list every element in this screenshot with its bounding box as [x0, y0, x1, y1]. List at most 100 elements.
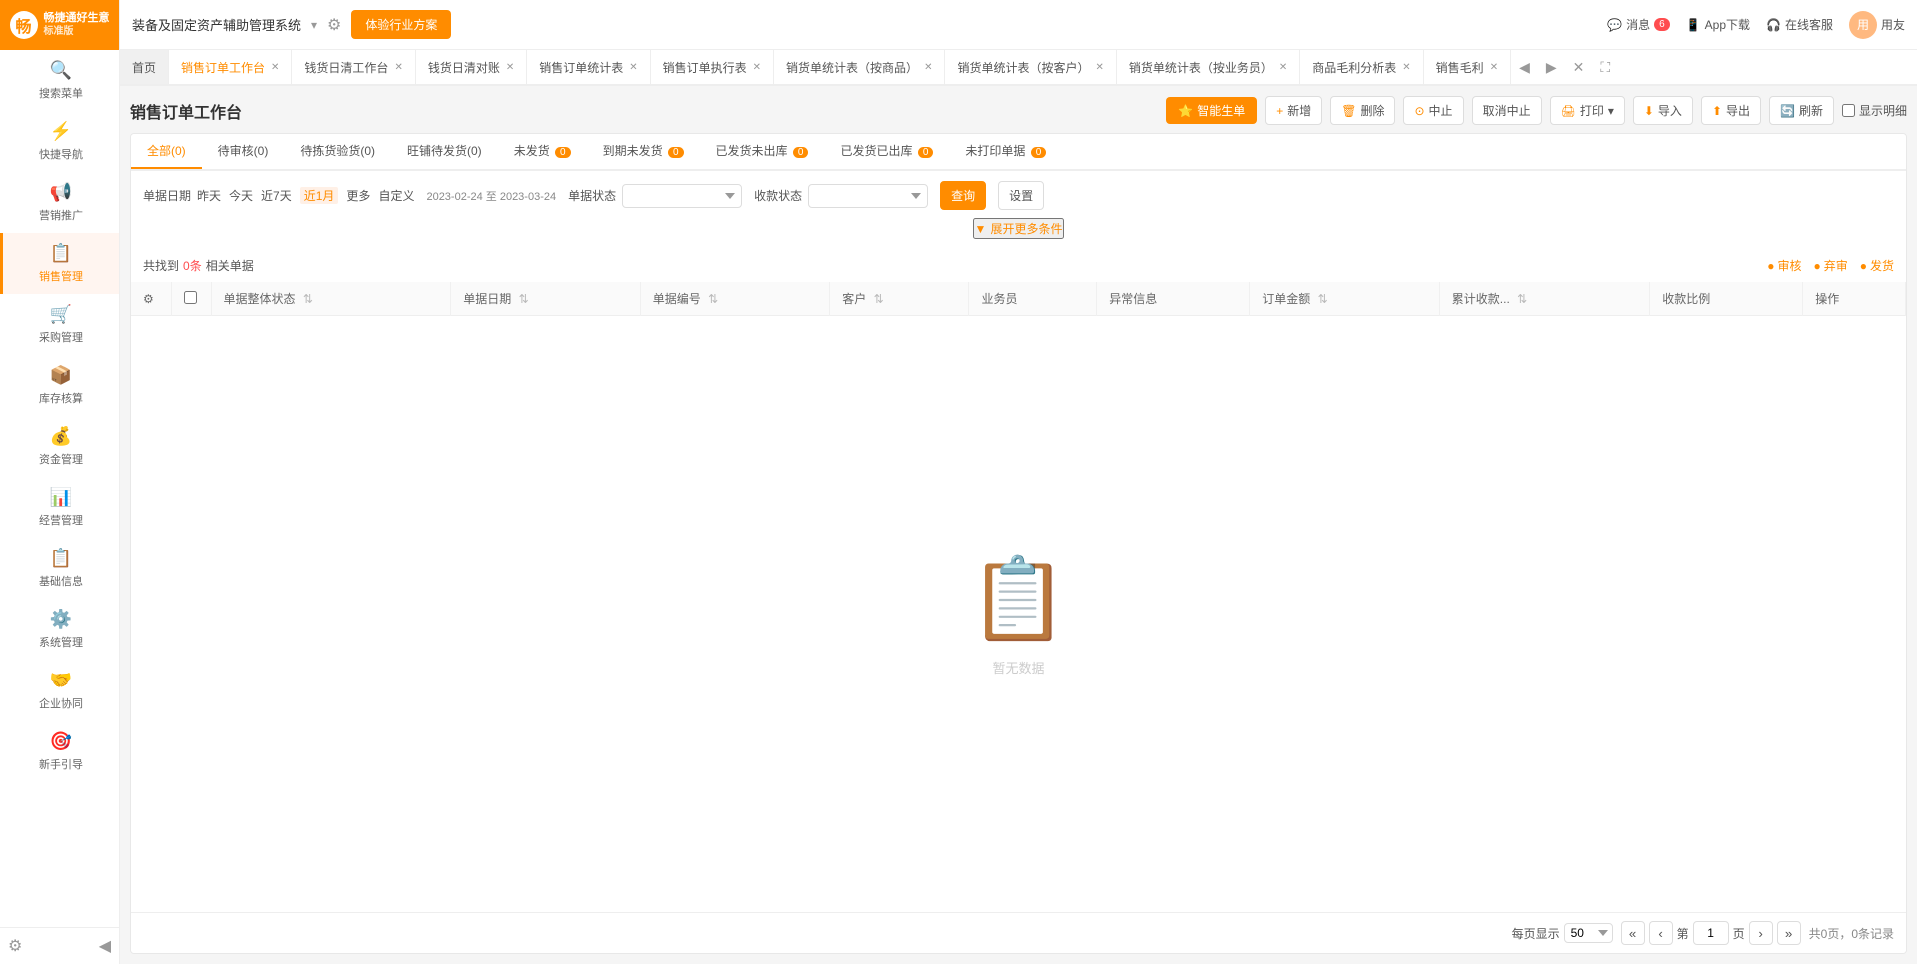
sidebar-item-quick-nav[interactable]: ⚡ 快捷导航	[0, 111, 119, 172]
sidebar-item-search[interactable]: 🔍 搜索菜单	[0, 50, 119, 111]
filter-status-select[interactable]	[622, 184, 742, 208]
tab-sales-workbench[interactable]: 销售订单工作台 ✕	[169, 50, 292, 86]
filter-settings-button[interactable]: 设置	[998, 181, 1044, 210]
table-cancel-review-link[interactable]: ● 弃审	[1813, 257, 1847, 274]
print-button[interactable]: 🖨 打印 ▾	[1550, 96, 1625, 125]
filter-date-today[interactable]: 今天	[229, 187, 253, 204]
sidebar-settings-btn[interactable]: ⚙	[8, 936, 22, 956]
th-ratio[interactable]: 收款比例	[1650, 282, 1803, 316]
topbar-app-download[interactable]: 📱 App下载	[1686, 16, 1750, 33]
subtab-shipped-stocked[interactable]: 已发货已出库 0	[824, 134, 949, 169]
pagination-last[interactable]: »	[1777, 921, 1801, 945]
tab-home[interactable]: 首页	[120, 50, 169, 85]
tab-sales-stat-close[interactable]: ✕	[629, 62, 637, 73]
tab-gross-margin-close[interactable]: ✕	[1402, 62, 1410, 73]
filter-expand-button[interactable]: ▼ 展开更多条件	[973, 218, 1065, 239]
tab-sales-workbench-close[interactable]: ✕	[271, 62, 279, 73]
subtab-wangpu-ship[interactable]: 旺铺待发货(0)	[391, 134, 498, 169]
display-detail-toggle[interactable]: 显示明细	[1842, 102, 1907, 119]
add-button[interactable]: + 新增	[1265, 96, 1322, 125]
page-size-select[interactable]: 10 20 50 100	[1564, 923, 1613, 943]
th-checkbox[interactable]	[171, 282, 211, 316]
filter-payment-select[interactable]	[808, 184, 928, 208]
subtab-not-printed[interactable]: 未打印单据 0	[949, 134, 1062, 169]
sidebar-item-finance[interactable]: 💰 资金管理	[0, 416, 119, 477]
tab-expand[interactable]: ⛶	[1592, 59, 1618, 76]
tab-sales-summary-product[interactable]: 销货单统计表（按商品） ✕	[774, 50, 945, 85]
filter-date-1month[interactable]: 近1月	[300, 187, 339, 204]
filter-date-custom[interactable]: 自定义	[378, 187, 414, 204]
table-scroll-area[interactable]: ⚙ 单据整体状态 ⇅	[131, 282, 1906, 316]
tab-sales-profit[interactable]: 销售毛利 ✕	[1424, 50, 1511, 85]
tab-cash-daily[interactable]: 钱货日清工作台 ✕	[292, 50, 415, 85]
page-title: 销售订单工作台	[130, 99, 242, 123]
tab-sales-exec[interactable]: 销售订单执行表 ✕	[651, 50, 774, 85]
th-status[interactable]: 单据整体状态 ⇅	[211, 282, 451, 316]
subtab-expired-not-shipped[interactable]: 到期未发货 0	[587, 134, 700, 169]
tab-sales-profit-close[interactable]: ✕	[1490, 62, 1498, 73]
tab-close-all[interactable]: ✕	[1565, 59, 1593, 76]
tab-nav-next[interactable]: ▶	[1538, 59, 1565, 76]
sidebar-item-marketing[interactable]: 📢 营销推广	[0, 172, 119, 233]
tab-sales-exec-close[interactable]: ✕	[753, 62, 761, 73]
stop-button[interactable]: ⊙ 中止	[1403, 96, 1463, 125]
topbar-message[interactable]: 💬 消息 6	[1607, 16, 1670, 33]
tab-summary-product-close[interactable]: ✕	[924, 62, 932, 73]
th-date[interactable]: 单据日期 ⇅	[451, 282, 640, 316]
table-review-link[interactable]: ● 审核	[1767, 257, 1801, 274]
sidebar-item-operation[interactable]: 📊 经营管理	[0, 477, 119, 538]
tab-sales-stat[interactable]: 销售订单统计表 ✕	[527, 50, 650, 85]
tab-nav-prev[interactable]: ◀	[1511, 59, 1538, 76]
sidebar-item-newbie[interactable]: 🎯 新手引导	[0, 721, 119, 782]
tab-sales-summary-customer[interactable]: 销货单统计表（按客户） ✕	[945, 50, 1116, 85]
topbar-experience-button[interactable]: 体验行业方案	[351, 10, 451, 39]
page-number-input[interactable]	[1693, 921, 1729, 945]
subtab-pending-inspect[interactable]: 待拣货验货(0)	[284, 134, 391, 169]
sidebar-item-system[interactable]: ⚙️ 系统管理	[0, 599, 119, 660]
topbar-settings-icon[interactable]: ⚙	[327, 15, 341, 35]
subtab-shipped-not-stocked[interactable]: 已发货未出库 0	[700, 134, 825, 169]
import-button[interactable]: ⬇ 导入	[1633, 96, 1693, 125]
export-button[interactable]: ⬆ 导出	[1701, 96, 1761, 125]
th-salesperson[interactable]: 业务员	[969, 282, 1097, 316]
subtab-pending-review[interactable]: 待审核(0)	[202, 134, 285, 169]
smart-create-button[interactable]: ⭐ 智能生单	[1166, 97, 1257, 124]
table-info-left: 共找到 0条 相关单据	[143, 257, 254, 274]
th-number[interactable]: 单据编号 ⇅	[640, 282, 829, 316]
tab-cash-reconcile-close[interactable]: ✕	[506, 62, 514, 73]
sidebar-item-sales[interactable]: 📋 销售管理	[0, 233, 119, 294]
sidebar-item-purchase[interactable]: 🛒 采购管理	[0, 294, 119, 355]
pagination-first[interactable]: «	[1621, 921, 1645, 945]
sidebar-collapse-btn[interactable]: ◀	[99, 936, 111, 956]
tab-summary-staff-close[interactable]: ✕	[1279, 62, 1287, 73]
th-exception[interactable]: 异常信息	[1097, 282, 1250, 316]
subtab-not-shipped[interactable]: 未发货 0	[498, 134, 587, 169]
th-customer[interactable]: 客户 ⇅	[830, 282, 969, 316]
delete-button[interactable]: 🗑 删除	[1330, 96, 1395, 125]
th-settings[interactable]: ⚙	[131, 282, 171, 316]
tab-summary-customer-close[interactable]: ✕	[1095, 62, 1103, 73]
sidebar-item-enterprise[interactable]: 🤝 企业协同	[0, 660, 119, 721]
topbar-online-service[interactable]: 🎧 在线客服	[1766, 16, 1833, 33]
pagination-prev[interactable]: ‹	[1649, 921, 1673, 945]
topbar-user[interactable]: 用 用友	[1849, 11, 1905, 39]
sidebar-item-inventory[interactable]: 📦 库存核算	[0, 355, 119, 416]
tab-sales-summary-staff[interactable]: 销货单统计表（按业务员） ✕	[1117, 50, 1300, 85]
th-collected[interactable]: 累计收款... ⇅	[1439, 282, 1649, 316]
filter-date-more[interactable]: 更多	[346, 187, 370, 204]
select-all-checkbox[interactable]	[184, 291, 197, 304]
subtab-all[interactable]: 全部(0)	[131, 134, 202, 169]
query-button[interactable]: 查询	[940, 181, 986, 210]
cancel-stop-button[interactable]: 取消中止	[1472, 96, 1542, 125]
table-ship-link[interactable]: ● 发货	[1860, 257, 1894, 274]
display-detail-checkbox[interactable]	[1842, 104, 1855, 117]
tab-gross-margin[interactable]: 商品毛利分析表 ✕	[1300, 50, 1423, 85]
refresh-button[interactable]: 🔄 刷新	[1769, 96, 1834, 125]
tab-cash-daily-close[interactable]: ✕	[394, 62, 402, 73]
tab-cash-reconcile[interactable]: 钱货日清对账 ✕	[416, 50, 527, 85]
pagination-next[interactable]: ›	[1749, 921, 1773, 945]
sidebar-item-basic[interactable]: 📋 基础信息	[0, 538, 119, 599]
filter-date-yesterday[interactable]: 昨天	[197, 187, 221, 204]
th-amount[interactable]: 订单金额 ⇅	[1250, 282, 1439, 316]
filter-date-7days[interactable]: 近7天	[261, 187, 292, 204]
